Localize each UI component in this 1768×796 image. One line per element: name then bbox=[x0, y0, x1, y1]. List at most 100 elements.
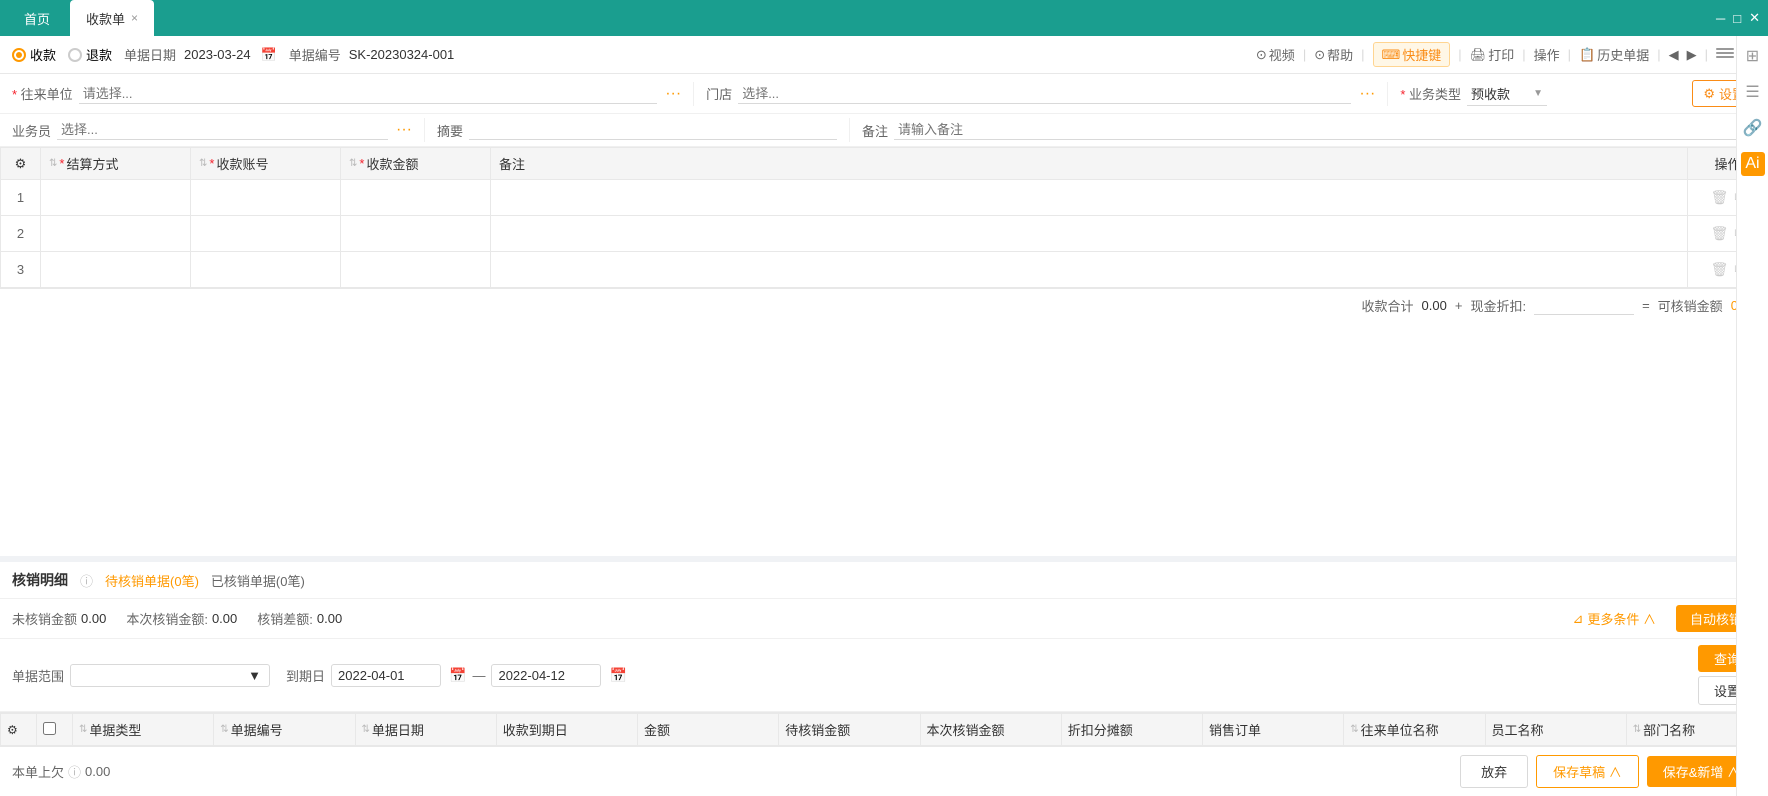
date-from-calendar-icon[interactable]: 📅 bbox=[449, 667, 466, 684]
agent-field: 业务员 ··· bbox=[12, 120, 412, 140]
abandon-btn[interactable]: 放弃 bbox=[1460, 755, 1528, 788]
summary-input[interactable] bbox=[469, 120, 837, 140]
right-sidebar: ⊞ ☰ 🔗 Ai bbox=[1736, 36, 1768, 796]
form-row-1: 往来单位 ··· 门店 ··· 业务类型 预收款 ▼ ⚙ 设置 bbox=[0, 74, 1768, 114]
select-all-checkbox[interactable] bbox=[43, 722, 56, 735]
bottom-info-icon[interactable]: ⓘ bbox=[68, 762, 81, 781]
tab-receipt[interactable]: 收款单 × bbox=[70, 0, 154, 36]
biz-type-label: 业务类型 bbox=[1400, 84, 1461, 103]
date-to-calendar-icon[interactable]: 📅 bbox=[609, 667, 626, 684]
th-amount: ⇅ * 收款金额 bbox=[341, 148, 491, 180]
help-btn[interactable]: ⊙ 帮助 bbox=[1314, 45, 1353, 64]
print-btn[interactable]: 🖨 打印 bbox=[1470, 45, 1515, 64]
sidebar-list-icon[interactable]: ☰ bbox=[1741, 80, 1765, 104]
tab-close-icon[interactable]: × bbox=[131, 11, 138, 25]
more-conditions-btn[interactable]: ⊿ 更多条件 ∧ bbox=[1572, 609, 1656, 628]
row-1-delete-icon[interactable]: 🗑 bbox=[1711, 189, 1729, 206]
date-label: 到期日 bbox=[286, 666, 325, 685]
table-row: 2 🗑 ⧉ bbox=[1, 216, 1768, 252]
row-1-settlement[interactable] bbox=[41, 180, 191, 216]
date-dash: — bbox=[472, 668, 485, 683]
store-input[interactable] bbox=[738, 84, 1351, 104]
counterpart-input[interactable] bbox=[79, 84, 658, 104]
writeoff-tab2[interactable]: 已核销单据(0笔) bbox=[211, 571, 305, 590]
operation-btn[interactable]: 操作 bbox=[1534, 45, 1560, 64]
writeoff-section: 核销明细 ⓘ 待核销单据(0笔) 已核销单据(0笔) 未核销金额 0.00 本次… bbox=[0, 556, 1768, 746]
radio-receipt[interactable]: 收款 bbox=[12, 45, 56, 64]
bth-gear[interactable]: ⚙ bbox=[1, 714, 37, 746]
current-value: 0.00 bbox=[212, 611, 237, 626]
shortcut-btn[interactable]: ⌨ 快捷键 bbox=[1373, 42, 1451, 67]
agent-input[interactable] bbox=[57, 120, 388, 140]
toolbar-row: 收款 退款 单据日期 2023-03-24 📅 单据编号 SK-20230324… bbox=[0, 36, 1768, 74]
store-label: 门店 bbox=[706, 84, 732, 103]
bth-employee: 员工名称 bbox=[1485, 714, 1626, 746]
nav-prev-btn[interactable]: ◀ bbox=[1669, 47, 1679, 63]
date-from-input[interactable] bbox=[331, 664, 441, 687]
save-draft-btn[interactable]: 保存草稿 ∧ bbox=[1536, 755, 1639, 788]
row-3-settlement[interactable] bbox=[41, 252, 191, 288]
bth-due-date: 收款到期日 bbox=[496, 714, 637, 746]
remark-label: 备注 bbox=[862, 121, 888, 140]
sidebar-attach-icon[interactable]: 🔗 bbox=[1741, 116, 1765, 140]
row-num-1: 1 bbox=[1, 180, 41, 216]
minimize-btn[interactable]: ─ bbox=[1716, 11, 1725, 26]
row-3-delete-icon[interactable]: 🗑 bbox=[1711, 261, 1729, 278]
window-controls: ─ □ ✕ bbox=[1716, 10, 1760, 26]
biz-type-select[interactable]: 预收款 ▼ bbox=[1467, 82, 1547, 106]
bth-current-label: 本次核销金额 bbox=[927, 723, 1005, 738]
radio-refund[interactable]: 退款 bbox=[68, 45, 112, 64]
row-2-remark[interactable] bbox=[491, 216, 1688, 252]
row-1-remark[interactable] bbox=[491, 180, 1688, 216]
store-more-icon[interactable]: ··· bbox=[1359, 85, 1375, 103]
maximize-btn[interactable]: □ bbox=[1733, 11, 1741, 26]
keyboard-icon: ⌨ bbox=[1382, 47, 1401, 63]
video-btn[interactable]: ⊙ 视频 bbox=[1256, 45, 1295, 64]
close-btn[interactable]: ✕ bbox=[1749, 10, 1760, 26]
bth-counterpart: ⇅ 往来单位名称 bbox=[1344, 714, 1485, 746]
main-content: 收款 退款 单据日期 2023-03-24 📅 单据编号 SK-20230324… bbox=[0, 36, 1768, 796]
radio-refund-label: 退款 bbox=[86, 45, 112, 64]
writeoff-tab1[interactable]: 待核销单据(0笔) bbox=[105, 571, 199, 590]
row-2-settlement[interactable] bbox=[41, 216, 191, 252]
filter-icon: ⊿ bbox=[1572, 611, 1583, 627]
bth-checkbox[interactable] bbox=[37, 714, 73, 746]
bth-doc-type-label: 单据类型 bbox=[89, 720, 141, 739]
remark-input[interactable] bbox=[894, 120, 1756, 140]
range-chevron: ▼ bbox=[248, 668, 261, 683]
row-3-remark[interactable] bbox=[491, 252, 1688, 288]
list-view-btn[interactable] bbox=[1716, 48, 1734, 62]
counterpart-more-icon[interactable]: ··· bbox=[665, 85, 681, 103]
receipt-refund-toggle: 收款 退款 bbox=[12, 45, 112, 64]
history-btn[interactable]: 📋 历史单据 bbox=[1579, 45, 1649, 64]
radio-receipt-dot bbox=[12, 48, 26, 62]
row-3-amount[interactable] bbox=[341, 252, 491, 288]
row-3-account[interactable] bbox=[191, 252, 341, 288]
bth-sales-order: 销售订单 bbox=[1203, 714, 1344, 746]
cash-discount-input[interactable] bbox=[1534, 295, 1634, 315]
row-2-account[interactable] bbox=[191, 216, 341, 252]
agent-label: 业务员 bbox=[12, 121, 51, 140]
writeoff-info-icon[interactable]: ⓘ bbox=[80, 571, 93, 590]
sidebar-ai-icon[interactable]: Ai bbox=[1741, 152, 1765, 176]
bth-discount: 折扣分摊额 bbox=[1061, 714, 1202, 746]
sidebar-table-icon[interactable]: ⊞ bbox=[1741, 44, 1765, 68]
calendar-icon[interactable]: 📅 bbox=[261, 47, 277, 63]
doc-date-label: 单据日期 bbox=[124, 45, 176, 64]
tab-home[interactable]: 首页 bbox=[8, 0, 66, 36]
row-1-account[interactable] bbox=[191, 180, 341, 216]
agent-more-icon[interactable]: ··· bbox=[396, 121, 412, 139]
shortcut-label: 快捷键 bbox=[1402, 45, 1441, 64]
sum-label2: 现金折扣: bbox=[1470, 296, 1526, 315]
th-gear[interactable]: ⚙ bbox=[1, 148, 41, 180]
row-1-amount[interactable] bbox=[341, 180, 491, 216]
th-remark-label: 备注 bbox=[499, 157, 525, 172]
row-2-amount[interactable] bbox=[341, 216, 491, 252]
date-to-input[interactable] bbox=[491, 664, 601, 687]
nav-next-btn[interactable]: ▶ bbox=[1687, 47, 1697, 63]
settings-icon: ⚙ bbox=[1703, 86, 1715, 102]
biz-type-value: 预收款 bbox=[1471, 84, 1510, 103]
row-2-delete-icon[interactable]: 🗑 bbox=[1711, 225, 1729, 242]
range-select[interactable]: ▼ bbox=[70, 664, 270, 687]
th-account-label: 收款账号 bbox=[216, 154, 268, 173]
